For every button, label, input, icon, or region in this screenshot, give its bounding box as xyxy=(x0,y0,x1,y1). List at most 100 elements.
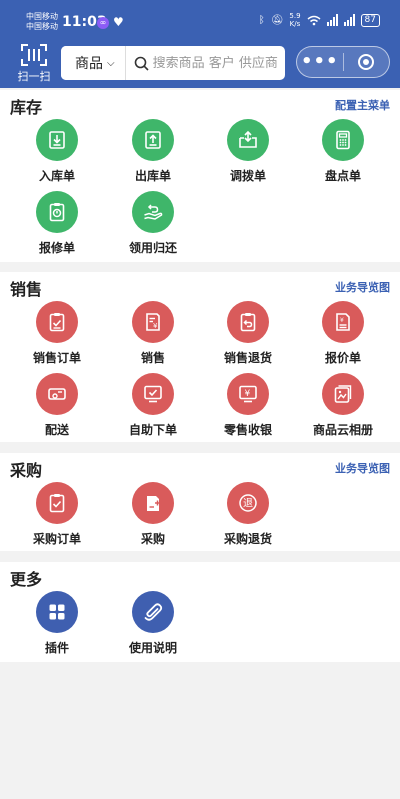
menu-item-label: 报价单 xyxy=(324,351,361,365)
menu-item-plugin[interactable]: 插件 xyxy=(7,591,107,656)
status-bar: 中国移动 中国移动 11:03 ∞ ♥ ᛒ 🔕︎ 5.9 K/s 87 xyxy=(0,0,400,42)
more-options-icon[interactable]: ••• xyxy=(297,53,343,71)
menu-item-sales[interactable]: ¥ 销售 xyxy=(103,301,203,366)
menu-item-purchase-return[interactable]: 退 采购退货 xyxy=(198,482,298,547)
stock-out-icon xyxy=(132,119,174,161)
search-field xyxy=(126,55,285,71)
menu-item-label: 采购退货 xyxy=(223,532,272,546)
sales-order-icon xyxy=(36,301,78,343)
search-input[interactable] xyxy=(152,55,285,71)
speed-unit: K/s xyxy=(289,20,301,28)
svg-text:¥: ¥ xyxy=(153,322,158,330)
bluetooth-icon: ᛒ xyxy=(258,14,265,26)
section-title: 采购 xyxy=(10,461,43,480)
section-more: 更多 插件 使用说明 xyxy=(0,562,400,662)
section-purchase: 采购 业务导览图 采购订单 采购 退 采购退货 xyxy=(0,453,400,551)
menu-item-label: 领用归还 xyxy=(128,241,177,255)
retail-cashier-icon: ¥ xyxy=(227,373,269,415)
carrier-2: 中国移动 xyxy=(26,22,58,31)
menu-item-stocktake[interactable]: 盘点单 xyxy=(293,119,393,184)
cloud-album-icon xyxy=(322,373,364,415)
purchase-order-icon xyxy=(36,482,78,524)
paperclip-icon xyxy=(132,591,174,633)
heart-icon: ♥ xyxy=(113,15,124,29)
menu-item-purchase[interactable]: 采购 xyxy=(103,482,203,547)
menu-item-delivery[interactable]: 配送 xyxy=(7,373,107,438)
app-notification-icon: ∞ xyxy=(97,17,109,29)
target-icon xyxy=(358,54,375,70)
svg-text:¥: ¥ xyxy=(340,317,344,324)
search-bar: 商品 ⌵ xyxy=(61,46,285,80)
menu-item-label: 插件 xyxy=(44,641,69,655)
menu-item-sales-order[interactable]: 销售订单 xyxy=(7,301,107,366)
section-title: 更多 xyxy=(10,570,43,589)
search-type-label: 商品 xyxy=(75,56,103,72)
battery-icon: 87 xyxy=(360,13,380,27)
menu-item-label: 盘点单 xyxy=(324,169,361,183)
app-header: 中国移动 中国移动 11:03 ∞ ♥ ᛒ 🔕︎ 5.9 K/s 87 扫一扫 … xyxy=(0,0,400,88)
menu-item-stock-in[interactable]: 入库单 xyxy=(7,119,107,184)
section-inventory: 库存 配置主菜单 入库单 出库单 调拨单 盘点单 报修单 领用归还 xyxy=(0,90,400,262)
menu-item-label: 商品云相册 xyxy=(312,423,373,437)
self-order-icon xyxy=(132,373,174,415)
delivery-icon xyxy=(36,373,78,415)
menu-item-label: 报修单 xyxy=(38,241,75,255)
menu-item-label: 使用说明 xyxy=(128,641,177,655)
sales-guide-link[interactable]: 业务导览图 xyxy=(335,279,390,295)
close-miniapp-button[interactable] xyxy=(343,54,389,70)
menu-item-label: 自助下单 xyxy=(128,423,177,437)
network-speed: 5.9 K/s xyxy=(289,12,300,28)
section-sales: 销售 业务导览图 销售订单 ¥ 销售 销售退货 ¥ 报价单 配送 自助下单 ¥ … xyxy=(0,272,400,442)
purchase-guide-link[interactable]: 业务导览图 xyxy=(335,460,390,476)
section-title: 库存 xyxy=(10,98,43,117)
menu-item-label: 出库单 xyxy=(134,169,171,183)
menu-item-label: 调拨单 xyxy=(229,169,266,183)
menu-item-self-order[interactable]: 自助下单 xyxy=(103,373,203,438)
svg-text:¥: ¥ xyxy=(245,389,251,399)
mute-icon: 🔕︎ xyxy=(270,14,284,26)
wifi-icon xyxy=(307,15,321,25)
section-title: 销售 xyxy=(10,280,43,299)
menu-item-stock-out[interactable]: 出库单 xyxy=(103,119,203,184)
configure-menu-link[interactable]: 配置主菜单 xyxy=(335,97,390,113)
scan-icon xyxy=(21,44,47,66)
menu-item-repair[interactable]: 报修单 xyxy=(7,191,107,256)
speed-value: 5.9 xyxy=(289,12,301,20)
quotation-icon: ¥ xyxy=(322,301,364,343)
status-right: ᛒ 🔕︎ 5.9 K/s 87 xyxy=(259,12,380,28)
menu-item-retail-cashier[interactable]: ¥ 零售收银 xyxy=(198,373,298,438)
menu-item-borrow-return[interactable]: 领用归还 xyxy=(103,191,203,256)
sales-return-icon xyxy=(227,301,269,343)
menu-item-purchase-order[interactable]: 采购订单 xyxy=(7,482,107,547)
scan-button[interactable]: 扫一扫 xyxy=(14,44,54,84)
search-icon xyxy=(134,56,149,71)
miniapp-capsule: ••• xyxy=(296,46,390,78)
menu-item-label: 销售订单 xyxy=(32,351,81,365)
purchase-icon xyxy=(132,482,174,524)
plugin-icon xyxy=(36,591,78,633)
menu-item-label: 配送 xyxy=(44,423,69,437)
menu-item-label: 采购 xyxy=(140,532,165,546)
search-type-dropdown[interactable]: 商品 ⌵ xyxy=(61,46,126,80)
chevron-down-icon: ⌵ xyxy=(107,57,115,69)
menu-item-label: 采购订单 xyxy=(32,532,81,546)
menu-item-cloud-album[interactable]: 商品云相册 xyxy=(293,373,393,438)
scan-label: 扫一扫 xyxy=(17,70,51,83)
carrier-info: 中国移动 中国移动 xyxy=(26,12,58,32)
return-glyph: 退 xyxy=(243,498,253,510)
signal-2-icon xyxy=(343,14,355,26)
menu-item-sales-return[interactable]: 销售退货 xyxy=(198,301,298,366)
repair-icon xyxy=(36,191,78,233)
borrow-return-icon xyxy=(132,191,174,233)
menu-item-manual[interactable]: 使用说明 xyxy=(103,591,203,656)
carrier-1: 中国移动 xyxy=(26,12,58,21)
signal-icon xyxy=(326,14,338,26)
purchase-return-icon: 退 xyxy=(227,482,269,524)
menu-item-quotation[interactable]: ¥ 报价单 xyxy=(293,301,393,366)
menu-item-label: 销售退货 xyxy=(223,351,272,365)
stock-in-icon xyxy=(36,119,78,161)
transfer-icon xyxy=(227,119,269,161)
menu-item-label: 销售 xyxy=(140,351,165,365)
menu-item-transfer[interactable]: 调拨单 xyxy=(198,119,298,184)
menu-item-label: 零售收银 xyxy=(223,423,272,437)
